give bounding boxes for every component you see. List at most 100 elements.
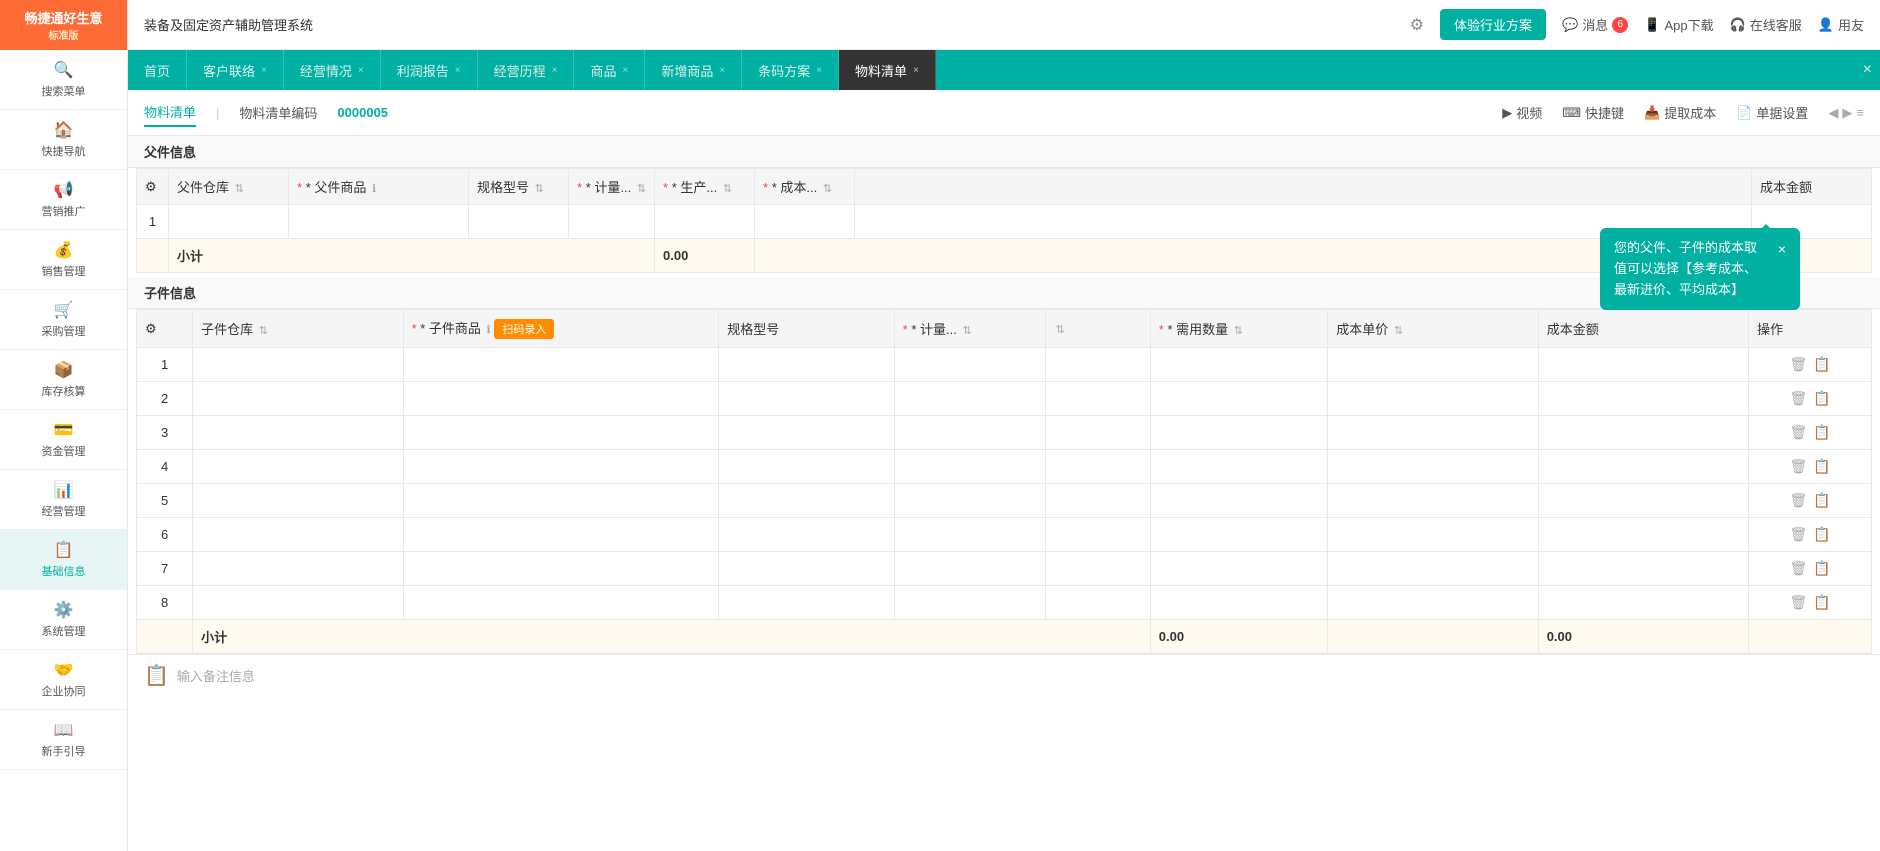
child-cell-unit-cost[interactable] xyxy=(1328,484,1538,518)
delete-icon[interactable]: 🗑 xyxy=(1789,356,1807,373)
child-cell-amount[interactable] xyxy=(1538,416,1748,450)
copy-icon[interactable]: 📋 xyxy=(1813,356,1830,373)
parent-cell-warehouse-1[interactable] xyxy=(169,205,289,239)
child-cell-unit[interactable] xyxy=(894,382,1045,416)
app-download-action[interactable]: 📱 App下载 xyxy=(1644,15,1713,34)
parent-cell-cost-1[interactable] xyxy=(755,205,855,239)
child-cell-unit[interactable] xyxy=(894,416,1045,450)
tab-bom-close[interactable]: × xyxy=(913,65,919,76)
child-cell-warehouse[interactable] xyxy=(193,552,403,586)
child-cell-unit[interactable] xyxy=(894,552,1045,586)
child-cell-unit[interactable] xyxy=(894,348,1045,382)
sidebar-item-purchase[interactable]: 🛒 采购管理 xyxy=(0,290,127,350)
child-cell-unit[interactable] xyxy=(894,450,1045,484)
sidebar-item-quick-nav[interactable]: 🏠 快捷导航 xyxy=(0,110,127,170)
sidebar-item-operation[interactable]: 📊 经营管理 xyxy=(0,470,127,530)
delete-icon[interactable]: 🗑 xyxy=(1789,526,1807,543)
view-btn[interactable]: ▶ 视频 xyxy=(1502,103,1542,122)
sort-icon2[interactable]: ⇅ xyxy=(535,183,544,195)
child-cell-warehouse[interactable] xyxy=(193,586,403,620)
child-cell-needed[interactable] xyxy=(1150,348,1327,382)
tab-products[interactable]: 商品 × xyxy=(574,50,645,90)
parent-cell-prod-1[interactable] xyxy=(655,205,755,239)
child-cell-needed[interactable] xyxy=(1150,552,1327,586)
child-cell-warehouse[interactable] xyxy=(193,348,403,382)
close-all-tabs[interactable]: × xyxy=(1855,61,1880,79)
child-cell-product[interactable] xyxy=(403,518,719,552)
child-cell-spec[interactable] xyxy=(719,382,894,416)
sort-icon[interactable]: ⇅ xyxy=(235,183,244,195)
child-cell-spec[interactable] xyxy=(719,484,894,518)
tab-bom[interactable]: 物料清单 × xyxy=(839,50,936,90)
user-action[interactable]: 👤 用友 xyxy=(1818,15,1864,34)
child-cell-spec[interactable] xyxy=(719,518,894,552)
sidebar-item-inventory[interactable]: 📦 库存核算 xyxy=(0,350,127,410)
copy-icon[interactable]: 📋 xyxy=(1813,492,1830,509)
sort-icon-cu[interactable]: ⇅ xyxy=(962,325,971,337)
copy-icon[interactable]: 📋 xyxy=(1813,526,1830,543)
child-cell-spec[interactable] xyxy=(719,450,894,484)
copy-icon[interactable]: 📋 xyxy=(1813,424,1830,441)
note-label[interactable]: 输入备注信息 xyxy=(177,666,255,685)
sidebar-item-basic-info[interactable]: 📋 基础信息 xyxy=(0,530,127,590)
child-cell-spec[interactable] xyxy=(719,586,894,620)
sidebar-item-guide[interactable]: 📖 新手引导 xyxy=(0,710,127,770)
tooltip-close[interactable]: × xyxy=(1778,238,1786,260)
tab-operation-status-close[interactable]: × xyxy=(358,65,364,76)
tab-operation-status[interactable]: 经营情况 × xyxy=(284,50,381,90)
parent-cell-unit-1[interactable] xyxy=(569,205,655,239)
sort-icon-cn[interactable]: ⇅ xyxy=(1234,325,1243,337)
child-cell-unit[interactable] xyxy=(894,518,1045,552)
child-cell-warehouse[interactable] xyxy=(193,450,403,484)
parent-cell-spec-1[interactable] xyxy=(469,205,569,239)
delete-icon[interactable]: 🗑 xyxy=(1789,594,1807,611)
copy-icon[interactable]: 📋 xyxy=(1813,390,1830,407)
copy-icon[interactable]: 📋 xyxy=(1813,458,1830,475)
child-cell-spec[interactable] xyxy=(719,416,894,450)
child-cell-amount[interactable] xyxy=(1538,484,1748,518)
th-child-settings[interactable]: ⚙ xyxy=(137,310,193,348)
copy-icon[interactable]: 📋 xyxy=(1813,594,1830,611)
child-cell-unit-cost[interactable] xyxy=(1328,416,1538,450)
nav-prev-icon[interactable]: ◀ xyxy=(1828,105,1838,121)
shortcut-btn[interactable]: ⌨ 快捷键 xyxy=(1562,103,1624,122)
child-cell-warehouse[interactable] xyxy=(193,484,403,518)
child-cell-warehouse[interactable] xyxy=(193,518,403,552)
child-cell-needed[interactable] xyxy=(1150,484,1327,518)
sort-icon-cw[interactable]: ⇅ xyxy=(259,325,268,337)
sidebar-item-finance[interactable]: 💳 资金管理 xyxy=(0,410,127,470)
tab-barcode[interactable]: 条码方案 × xyxy=(742,50,839,90)
extract-cost-btn[interactable]: 📥 提取成本 xyxy=(1644,103,1716,122)
parent-cell-product-1[interactable] xyxy=(289,205,469,239)
sort-icon3[interactable]: ⇅ xyxy=(637,183,646,195)
sidebar-item-marketing[interactable]: 📢 营销推广 xyxy=(0,170,127,230)
grid-view-icon[interactable]: ≡ xyxy=(1856,105,1864,120)
child-cell-unit-cost[interactable] xyxy=(1328,518,1538,552)
single-settings-btn[interactable]: 📄 单据设置 xyxy=(1736,103,1808,122)
child-cell-unit[interactable] xyxy=(894,586,1045,620)
scan-button[interactable]: 扫码录入 xyxy=(494,319,554,339)
copy-icon[interactable]: 📋 xyxy=(1813,560,1830,577)
child-cell-unit-cost[interactable] xyxy=(1328,382,1538,416)
tab-new-products-close[interactable]: × xyxy=(719,65,725,76)
child-cell-amount[interactable] xyxy=(1538,348,1748,382)
child-cell-product[interactable] xyxy=(403,450,719,484)
sort-icon5[interactable]: ⇅ xyxy=(823,183,832,195)
child-cell-amount[interactable] xyxy=(1538,450,1748,484)
child-cell-warehouse[interactable] xyxy=(193,382,403,416)
sidebar-item-system[interactable]: ⚙️ 系统管理 xyxy=(0,590,127,650)
sidebar-item-enterprise[interactable]: 🤝 企业协同 xyxy=(0,650,127,710)
child-cell-amount[interactable] xyxy=(1538,552,1748,586)
tab-products-close[interactable]: × xyxy=(622,65,628,76)
child-cell-unit-cost[interactable] xyxy=(1328,348,1538,382)
settings-icon[interactable]: ⚙ xyxy=(1410,15,1424,35)
try-button[interactable]: 体验行业方案 xyxy=(1440,9,1546,40)
child-cell-needed[interactable] xyxy=(1150,416,1327,450)
child-cell-needed[interactable] xyxy=(1150,586,1327,620)
sidebar-item-sales[interactable]: 💰 销售管理 xyxy=(0,230,127,290)
child-cell-unit-cost[interactable] xyxy=(1328,450,1538,484)
child-cell-product[interactable] xyxy=(403,348,719,382)
child-cell-warehouse[interactable] xyxy=(193,416,403,450)
tab-barcode-close[interactable]: × xyxy=(816,65,822,76)
tab-customers[interactable]: 客户联络 × xyxy=(187,50,284,90)
